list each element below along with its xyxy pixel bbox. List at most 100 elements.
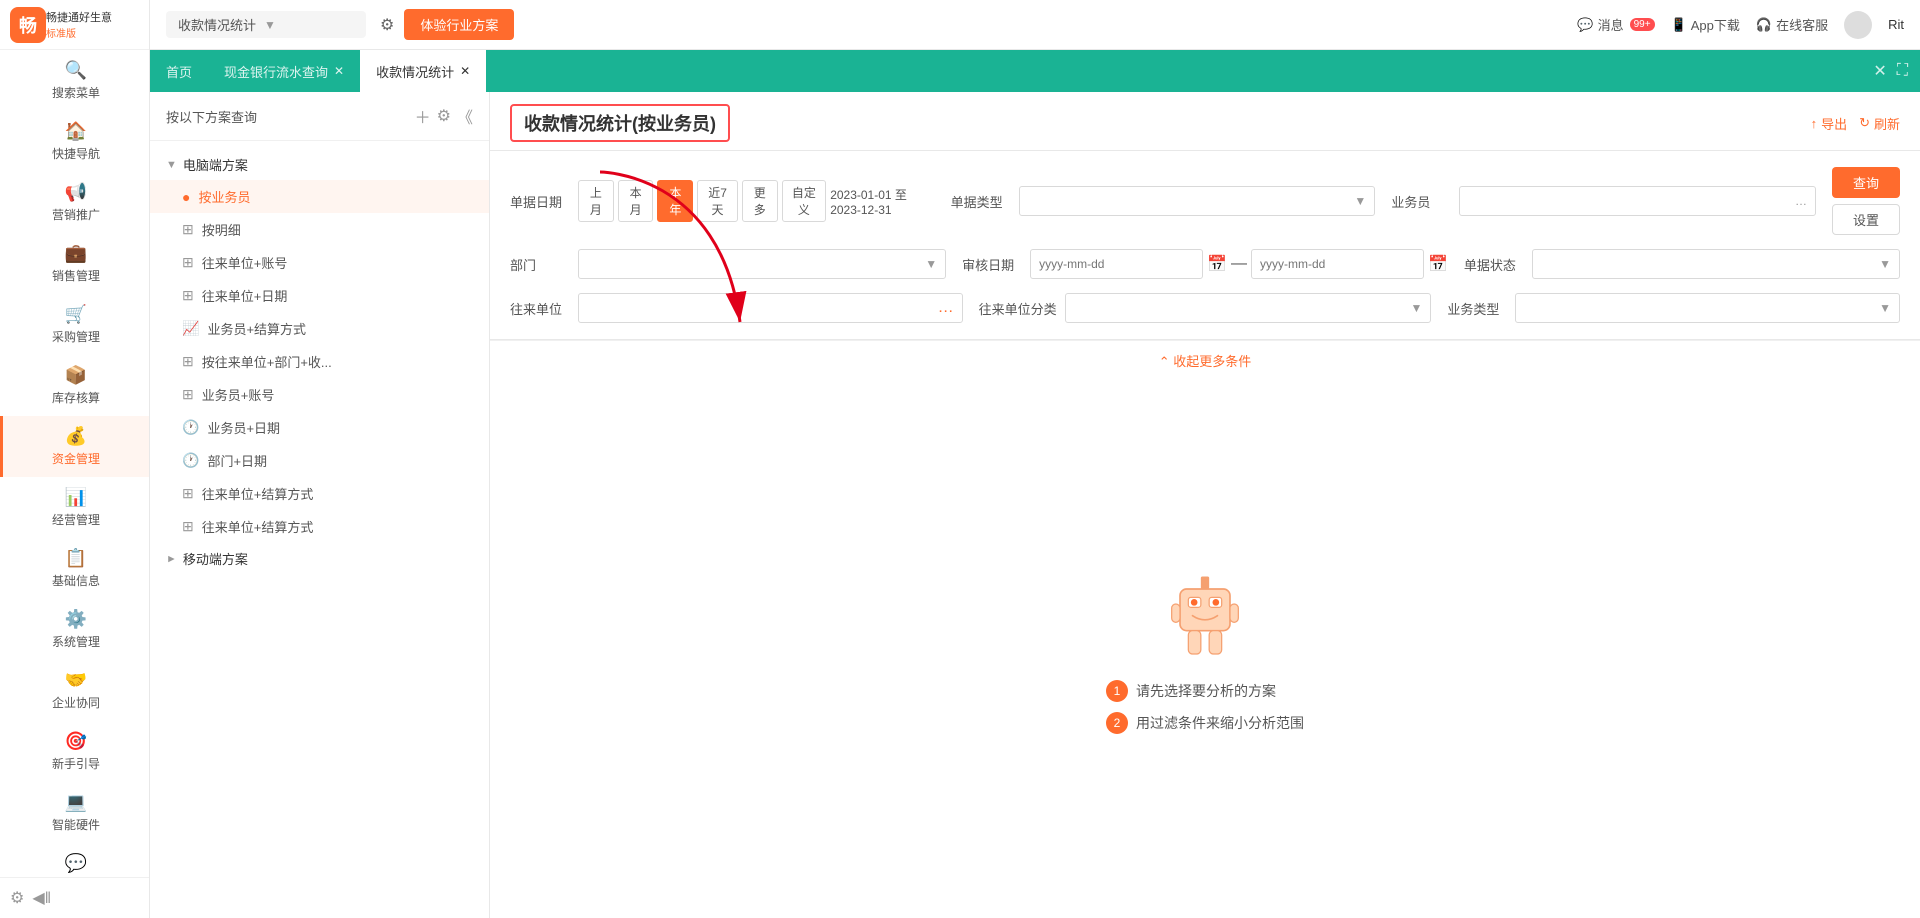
business-type-label: 业务类型: [1447, 299, 1507, 318]
desktop-group-label: 电脑端方案: [183, 155, 248, 174]
close-window-icon[interactable]: ✕: [1873, 61, 1886, 81]
salesperson-select[interactable]: …: [1459, 186, 1816, 216]
voucher-type-select[interactable]: ▼: [1019, 186, 1376, 216]
scheme-item-label: 按明细: [202, 220, 241, 239]
scheme-item-salesperson-date[interactable]: 🕐 业务员+日期: [150, 411, 489, 444]
settings-button[interactable]: 设置: [1832, 204, 1900, 235]
partner-category-select[interactable]: ▼: [1065, 293, 1432, 323]
sidebar-item-finance[interactable]: 💰 资金管理: [0, 416, 149, 477]
sidebar-item-search-menu[interactable]: 🔍 搜索菜单: [0, 50, 149, 111]
page-content: 按以下方案查询 ＋ ⚙ 《 ▼ 电脑端方案 ● 按业务员: [150, 92, 1920, 918]
sidebar-item-hardware[interactable]: 💻 智能硬件: [0, 782, 149, 843]
business-type-select[interactable]: ▼: [1515, 293, 1900, 323]
tab-bank-flow[interactable]: 现金银行流水查询 ✕: [208, 50, 360, 92]
desktop-scheme-group[interactable]: ▼ 电脑端方案: [150, 149, 489, 180]
mobile-scheme-group[interactable]: ▼ 移动端方案: [150, 543, 489, 574]
sidebar-item-wechat[interactable]: 💬 企业微信: [0, 843, 149, 877]
voucher-status-chevron-icon: ▼: [1879, 257, 1891, 271]
review-date-to-input[interactable]: [1251, 249, 1424, 279]
mobile-group-arrow-icon: ▼: [165, 553, 177, 564]
filter-row-2: 部门 ▼ 审核日期 📅 —: [510, 249, 1900, 279]
sidebar-item-enterprise[interactable]: 🤝 企业协同: [0, 660, 149, 721]
filter-action-buttons: 查询 设置: [1832, 167, 1900, 235]
collapse-bar[interactable]: ⌃ 收起更多条件: [490, 340, 1920, 380]
partner-more-icon[interactable]: …: [938, 299, 954, 317]
breadcrumb-text: 收款情况统计: [178, 15, 256, 34]
refresh-button[interactable]: ↻ 刷新: [1859, 114, 1900, 133]
sidebar-item-sales[interactable]: 💼 销售管理: [0, 233, 149, 294]
sidebar-item-inventory[interactable]: 📦 库存核算: [0, 355, 149, 416]
date-btn-7days[interactable]: 近7天: [697, 180, 738, 222]
online-service-action[interactable]: 🎧 在线客服: [1756, 15, 1828, 34]
date-btn-more[interactable]: 更多: [742, 180, 778, 222]
scheme-item-partner-account[interactable]: ⊞ 往来单位+账号: [150, 246, 489, 279]
voucher-type-chevron-icon: ▼: [1354, 194, 1366, 208]
date-btn-last-month[interactable]: 上月: [578, 180, 614, 222]
purchase-icon: 🛒: [65, 304, 87, 325]
search-menu-icon: 🔍: [65, 60, 87, 81]
date-btn-custom[interactable]: 自定义: [782, 180, 827, 222]
scheme-item-label: 按往来单位+部门+收...: [202, 352, 332, 371]
query-button[interactable]: 查询: [1832, 167, 1900, 198]
sidebar-item-label: 搜索菜单: [52, 84, 100, 101]
calendar-to-icon[interactable]: 📅: [1428, 254, 1448, 274]
filter-row-3: 往来单位 … 往来单位分类 ▼: [510, 293, 1900, 323]
scheme-item-by-salesperson[interactable]: ● 按业务员: [150, 180, 489, 213]
main-area: 收款情况统计 ▼ ⚙ 体验行业方案 💬 消息 99+ 📱 App下载 🎧 在线客…: [150, 0, 1920, 918]
scheme-item-label: 往来单位+结算方式: [202, 484, 314, 503]
hint-item-2: 2 用过滤条件来缩小分析范围: [1106, 712, 1304, 734]
sidebar-item-label: 库存核算: [52, 389, 100, 406]
user-avatar[interactable]: [1844, 11, 1872, 39]
left-panel-title: 按以下方案查询: [166, 107, 257, 126]
partner-category-chevron-icon: ▼: [1410, 301, 1422, 315]
refresh-icon: ↻: [1859, 115, 1870, 131]
trial-button[interactable]: 体验行业方案: [404, 9, 514, 40]
tab-home[interactable]: 首页: [150, 50, 208, 92]
maximize-icon[interactable]: ⛶: [1897, 62, 1908, 80]
export-button[interactable]: ↑ 导出: [1811, 114, 1848, 133]
page-title: 收款情况统计(按业务员): [510, 104, 730, 142]
right-panel-wrapper: 收款情况统计(按业务员) ↑ 导出 ↻ 刷新: [490, 92, 1920, 918]
voucher-status-select[interactable]: ▼: [1532, 249, 1900, 279]
scheme-item-partner-settle1[interactable]: ⊞ 往来单位+结算方式: [150, 477, 489, 510]
salesperson-label: 业务员: [1391, 192, 1451, 211]
collapse-sidebar-icon[interactable]: ◀‖: [32, 888, 51, 908]
partner-select[interactable]: …: [578, 293, 963, 323]
sidebar-item-quick-nav[interactable]: 🏠 快捷导航: [0, 111, 149, 172]
tab-bank-flow-close-icon[interactable]: ✕: [334, 64, 344, 78]
scheme-item-salesperson-settle[interactable]: 📈 业务员+结算方式: [150, 312, 489, 345]
add-scheme-button[interactable]: ＋: [415, 104, 431, 128]
collapse-label: ⌃ 收起更多条件: [1159, 354, 1252, 369]
date-btn-this-month[interactable]: 本月: [618, 180, 654, 222]
tab-collection-stat[interactable]: 收款情况统计 ✕: [360, 50, 486, 92]
sidebar-item-purchase[interactable]: 🛒 采购管理: [0, 294, 149, 355]
sidebar-item-basic[interactable]: 📋 基础信息: [0, 538, 149, 599]
topbar-settings-icon[interactable]: ⚙: [380, 15, 394, 35]
filter-voucher-status: 单据状态 ▼: [1464, 249, 1900, 279]
date-btn-this-year[interactable]: 本年: [657, 180, 693, 222]
dept-select[interactable]: ▼: [578, 249, 946, 279]
date-label: 单据日期: [510, 192, 570, 211]
message-action[interactable]: 💬 消息 99+: [1577, 15, 1654, 34]
dept-chevron-icon: ▼: [925, 257, 937, 271]
calendar-from-icon[interactable]: 📅: [1207, 254, 1227, 274]
sidebar-item-business[interactable]: 📊 经营管理: [0, 477, 149, 538]
settings-scheme-button[interactable]: ⚙: [437, 104, 451, 128]
scheme-item-partner-date[interactable]: ⊞ 往来单位+日期: [150, 279, 489, 312]
review-date-from-input[interactable]: [1030, 249, 1203, 279]
settings-footer-icon[interactable]: ⚙: [10, 888, 24, 908]
collapse-panel-button[interactable]: 《: [457, 104, 473, 128]
review-date-label: 审核日期: [962, 255, 1022, 274]
sidebar-item-guide[interactable]: 🎯 新手引导: [0, 721, 149, 782]
app-download-action[interactable]: 📱 App下载: [1671, 15, 1740, 34]
scheme-item-partner-dept-collect[interactable]: ⊞ 按往来单位+部门+收...: [150, 345, 489, 378]
sidebar-item-label: 营销推广: [52, 206, 100, 223]
tab-collection-stat-close-icon[interactable]: ✕: [460, 64, 470, 78]
scheme-item-dept-date[interactable]: 🕐 部门+日期: [150, 444, 489, 477]
scheme-item-by-detail[interactable]: ⊞ 按明细: [150, 213, 489, 246]
scheme-item-partner-settle2[interactable]: ⊞ 往来单位+结算方式: [150, 510, 489, 543]
content-area: 1 请先选择要分析的方案 2 用过滤条件来缩小分析范围: [490, 380, 1920, 918]
sidebar-item-system[interactable]: ⚙️ 系统管理: [0, 599, 149, 660]
sidebar-item-marketing[interactable]: 📢 营销推广: [0, 172, 149, 233]
scheme-item-salesperson-acct[interactable]: ⊞ 业务员+账号: [150, 378, 489, 411]
